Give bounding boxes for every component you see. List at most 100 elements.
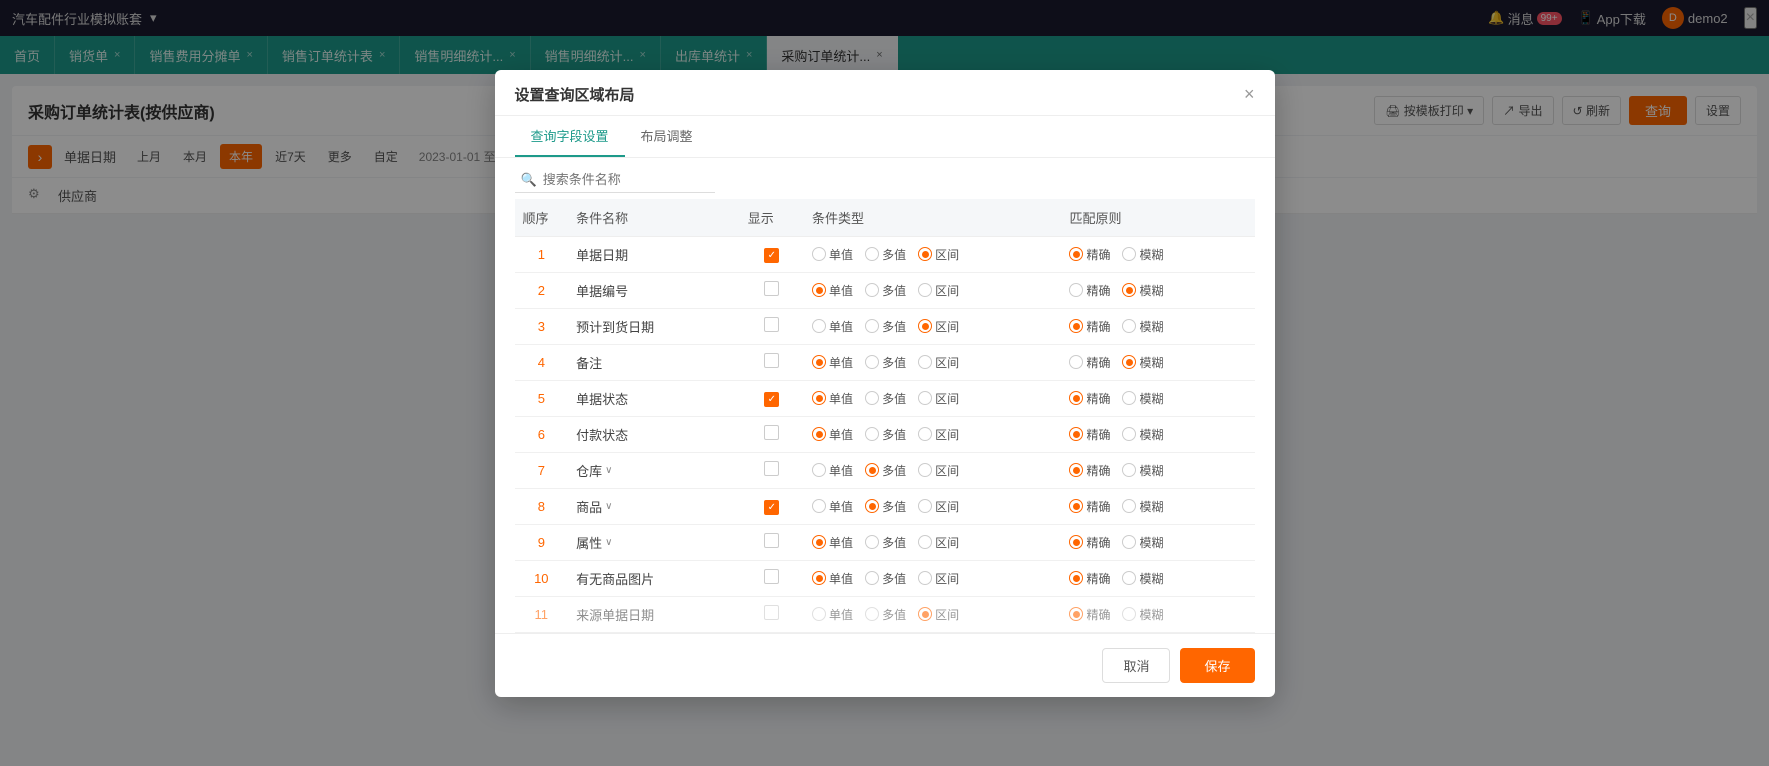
radio-button[interactable] bbox=[918, 247, 932, 261]
radio-button[interactable] bbox=[865, 427, 879, 441]
radio-button[interactable] bbox=[1122, 355, 1136, 369]
radio-button[interactable] bbox=[812, 247, 826, 261]
radio-item[interactable]: 区间 bbox=[918, 606, 959, 623]
radio-item[interactable]: 区间 bbox=[918, 282, 959, 299]
radio-item[interactable]: 区间 bbox=[918, 354, 959, 371]
display-checkbox[interactable]: ✓ bbox=[764, 248, 779, 263]
cancel-button[interactable]: 取消 bbox=[1102, 648, 1170, 683]
radio-button[interactable] bbox=[812, 319, 826, 333]
radio-button[interactable] bbox=[1122, 283, 1136, 297]
radio-button[interactable] bbox=[812, 427, 826, 441]
radio-button[interactable] bbox=[1069, 535, 1083, 549]
radio-item[interactable]: 多值 bbox=[865, 282, 906, 299]
radio-item[interactable]: 多值 bbox=[865, 606, 906, 623]
radio-item[interactable]: 精确 bbox=[1069, 390, 1110, 407]
radio-item[interactable]: 模糊 bbox=[1122, 570, 1163, 587]
radio-button[interactable] bbox=[812, 355, 826, 369]
radio-item[interactable]: 多值 bbox=[865, 390, 906, 407]
radio-button[interactable] bbox=[1069, 319, 1083, 333]
radio-item[interactable]: 单值 bbox=[812, 426, 853, 443]
radio-button[interactable] bbox=[918, 607, 932, 621]
radio-button[interactable] bbox=[918, 319, 932, 333]
radio-item[interactable]: 单值 bbox=[812, 246, 853, 263]
radio-item[interactable]: 精确 bbox=[1069, 318, 1110, 335]
dialog-tab-layout-adjust[interactable]: 布局调整 bbox=[625, 116, 709, 157]
radio-item[interactable]: 模糊 bbox=[1122, 498, 1163, 515]
radio-button[interactable] bbox=[812, 499, 826, 513]
radio-button[interactable] bbox=[1122, 535, 1136, 549]
radio-button[interactable] bbox=[918, 463, 932, 477]
display-checkbox[interactable]: ✓ bbox=[764, 392, 779, 407]
radio-item[interactable]: 精确 bbox=[1069, 498, 1110, 515]
radio-button[interactable] bbox=[1122, 463, 1136, 477]
radio-button[interactable] bbox=[918, 283, 932, 297]
radio-item[interactable]: 单值 bbox=[812, 498, 853, 515]
radio-button[interactable] bbox=[865, 283, 879, 297]
radio-item[interactable]: 区间 bbox=[918, 498, 959, 515]
radio-item[interactable]: 区间 bbox=[918, 462, 959, 479]
radio-button[interactable] bbox=[1122, 607, 1136, 621]
radio-item[interactable]: 模糊 bbox=[1122, 282, 1163, 299]
radio-item[interactable]: 精确 bbox=[1069, 354, 1110, 371]
radio-button[interactable] bbox=[918, 355, 932, 369]
radio-item[interactable]: 单值 bbox=[812, 282, 853, 299]
display-checkbox[interactable]: ✓ bbox=[764, 500, 779, 515]
radio-button[interactable] bbox=[812, 463, 826, 477]
radio-item[interactable]: 单值 bbox=[812, 606, 853, 623]
radio-item[interactable]: 多值 bbox=[865, 246, 906, 263]
radio-button[interactable] bbox=[1069, 607, 1083, 621]
radio-button[interactable] bbox=[865, 355, 879, 369]
radio-button[interactable] bbox=[865, 535, 879, 549]
radio-button[interactable] bbox=[812, 391, 826, 405]
radio-item[interactable]: 单值 bbox=[812, 534, 853, 551]
radio-item[interactable]: 单值 bbox=[812, 318, 853, 335]
radio-item[interactable]: 单值 bbox=[812, 570, 853, 587]
radio-item[interactable]: 精确 bbox=[1069, 246, 1110, 263]
radio-item[interactable]: 多值 bbox=[865, 318, 906, 335]
radio-button[interactable] bbox=[812, 535, 826, 549]
radio-item[interactable]: 多值 bbox=[865, 570, 906, 587]
radio-button[interactable] bbox=[1069, 355, 1083, 369]
radio-button[interactable] bbox=[812, 283, 826, 297]
radio-button[interactable] bbox=[865, 607, 879, 621]
radio-button[interactable] bbox=[1069, 499, 1083, 513]
radio-item[interactable]: 多值 bbox=[865, 498, 906, 515]
radio-button[interactable] bbox=[918, 535, 932, 549]
dialog-tab-query-fields[interactable]: 查询字段设置 bbox=[515, 116, 625, 157]
radio-item[interactable]: 区间 bbox=[918, 390, 959, 407]
radio-item[interactable]: 区间 bbox=[918, 570, 959, 587]
radio-button[interactable] bbox=[812, 607, 826, 621]
radio-button[interactable] bbox=[1122, 571, 1136, 585]
display-checkbox[interactable] bbox=[764, 605, 779, 620]
radio-item[interactable]: 单值 bbox=[812, 462, 853, 479]
radio-button[interactable] bbox=[865, 319, 879, 333]
radio-item[interactable]: 精确 bbox=[1069, 462, 1110, 479]
dialog-close-button[interactable]: × bbox=[1244, 84, 1255, 105]
radio-item[interactable]: 模糊 bbox=[1122, 534, 1163, 551]
radio-button[interactable] bbox=[1069, 247, 1083, 261]
radio-button[interactable] bbox=[1122, 427, 1136, 441]
display-checkbox[interactable] bbox=[764, 461, 779, 476]
radio-item[interactable]: 单值 bbox=[812, 390, 853, 407]
radio-item[interactable]: 精确 bbox=[1069, 282, 1110, 299]
display-checkbox[interactable] bbox=[764, 317, 779, 332]
radio-button[interactable] bbox=[918, 427, 932, 441]
save-button[interactable]: 保存 bbox=[1180, 648, 1254, 683]
radio-button[interactable] bbox=[1069, 463, 1083, 477]
radio-item[interactable]: 模糊 bbox=[1122, 354, 1163, 371]
display-checkbox[interactable] bbox=[764, 281, 779, 296]
radio-button[interactable] bbox=[865, 247, 879, 261]
radio-button[interactable] bbox=[865, 391, 879, 405]
display-checkbox[interactable] bbox=[764, 353, 779, 368]
radio-button[interactable] bbox=[918, 391, 932, 405]
radio-button[interactable] bbox=[1122, 499, 1136, 513]
radio-button[interactable] bbox=[918, 571, 932, 585]
radio-item[interactable]: 区间 bbox=[918, 534, 959, 551]
radio-button[interactable] bbox=[1122, 319, 1136, 333]
radio-item[interactable]: 模糊 bbox=[1122, 246, 1163, 263]
radio-button[interactable] bbox=[812, 571, 826, 585]
display-checkbox[interactable] bbox=[764, 425, 779, 440]
radio-button[interactable] bbox=[1069, 427, 1083, 441]
display-checkbox[interactable] bbox=[764, 533, 779, 548]
radio-item[interactable]: 区间 bbox=[918, 246, 959, 263]
